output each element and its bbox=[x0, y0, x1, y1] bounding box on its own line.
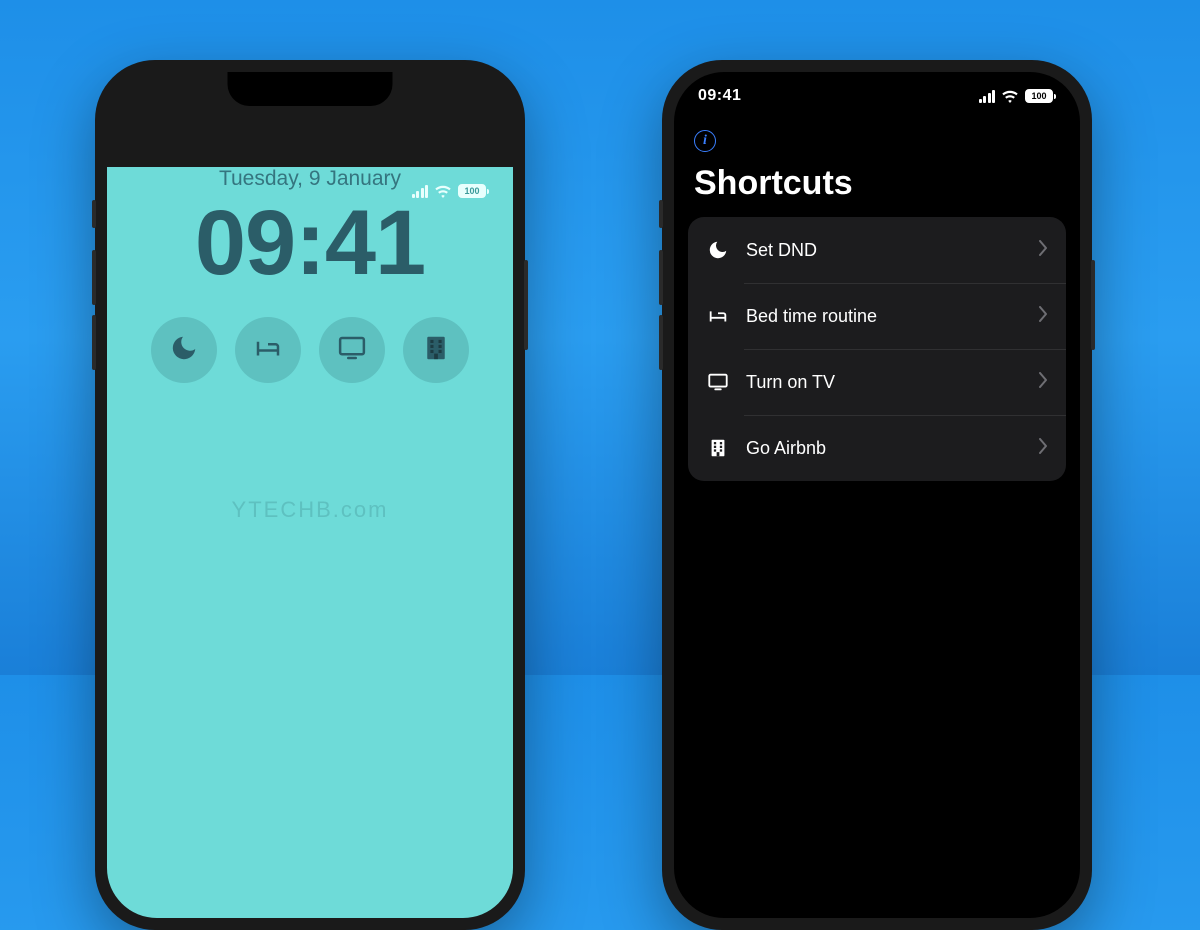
list-item-go-airbnb[interactable]: Go Airbnb bbox=[688, 415, 1066, 481]
moon-icon bbox=[706, 239, 730, 261]
tv-icon bbox=[337, 333, 367, 368]
moon-icon bbox=[169, 333, 199, 368]
phone-mockup-shortcuts: 09:41 100 i Shortcuts YTECHB.com bbox=[662, 60, 1092, 930]
bed-icon bbox=[706, 305, 730, 327]
bed-icon bbox=[253, 333, 283, 368]
phone-mockup-standby: 100 Tuesday, 9 January 09:41 YTECHB.com bbox=[95, 60, 525, 930]
list-item-label: Turn on TV bbox=[746, 372, 1022, 393]
building-icon bbox=[421, 333, 451, 368]
chevron-right-icon bbox=[1038, 240, 1048, 261]
building-icon bbox=[706, 437, 730, 459]
battery-indicator: 100 bbox=[458, 184, 489, 198]
status-time: 09:41 bbox=[698, 87, 741, 105]
comparison-stage: 100 Tuesday, 9 January 09:41 YTECHB.com bbox=[0, 0, 1200, 675]
list-item-label: Go Airbnb bbox=[746, 438, 1022, 459]
list-item-turn-on-tv[interactable]: Turn on TV bbox=[688, 349, 1066, 415]
standby-screen: 100 Tuesday, 9 January 09:41 YTECHB.com bbox=[107, 167, 513, 918]
chevron-right-icon bbox=[1038, 306, 1048, 327]
list-item-label: Bed time routine bbox=[746, 306, 1022, 327]
watermark-text: YTECHB.com bbox=[107, 497, 513, 523]
info-button[interactable]: i bbox=[694, 130, 716, 152]
shortcut-button-tv[interactable] bbox=[319, 317, 385, 383]
cellular-signal-icon bbox=[412, 185, 429, 198]
battery-level: 100 bbox=[1031, 91, 1046, 101]
shortcuts-list: Set DND Bed time routine Turn on TV bbox=[688, 217, 1066, 481]
wifi-icon bbox=[434, 184, 452, 198]
cellular-signal-icon bbox=[979, 90, 996, 103]
list-item-label: Set DND bbox=[746, 240, 1022, 261]
shortcuts-config-screen: 09:41 100 i Shortcuts YTECHB.com bbox=[674, 72, 1080, 918]
battery-level: 100 bbox=[464, 186, 479, 196]
wifi-icon bbox=[1001, 89, 1019, 103]
tv-icon bbox=[706, 371, 730, 393]
list-item-bedtime[interactable]: Bed time routine bbox=[688, 283, 1066, 349]
page-title: Shortcuts bbox=[694, 164, 853, 203]
list-item-set-dnd[interactable]: Set DND bbox=[688, 217, 1066, 283]
notch bbox=[795, 72, 960, 106]
notch bbox=[228, 72, 393, 106]
status-bar: 100 bbox=[107, 167, 513, 215]
shortcut-button-bedtime[interactable] bbox=[235, 317, 301, 383]
shortcut-button-dnd[interactable] bbox=[151, 317, 217, 383]
shortcut-widget-row bbox=[107, 317, 513, 383]
battery-indicator: 100 bbox=[1025, 89, 1056, 103]
shortcut-button-airbnb[interactable] bbox=[403, 317, 469, 383]
chevron-right-icon bbox=[1038, 372, 1048, 393]
chevron-right-icon bbox=[1038, 438, 1048, 459]
